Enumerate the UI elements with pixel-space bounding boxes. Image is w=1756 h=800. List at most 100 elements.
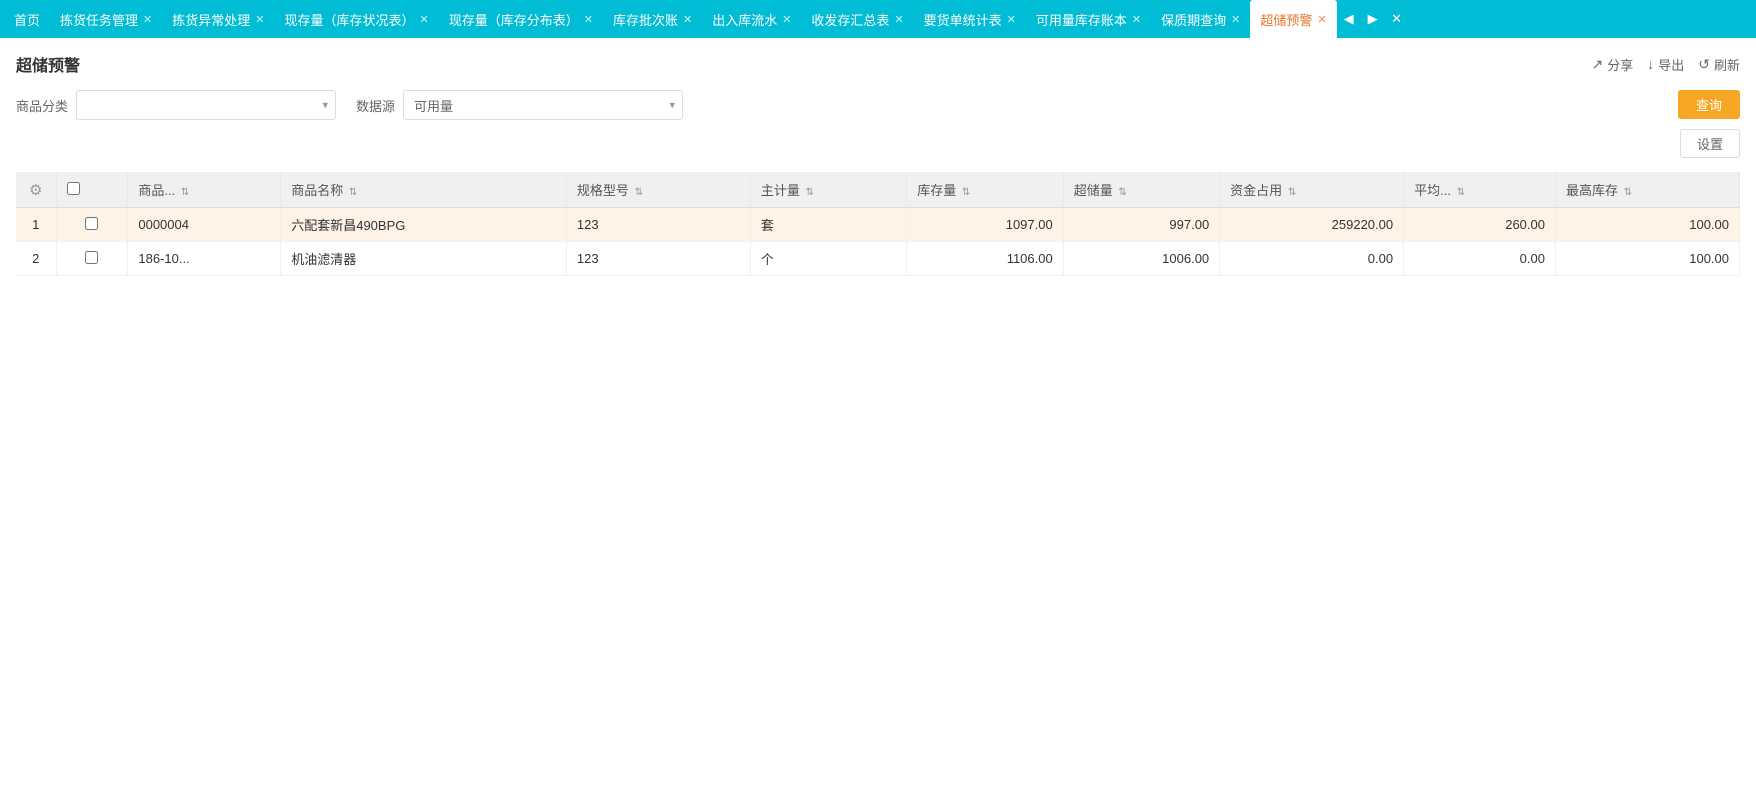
- cell-max-stock-1: 100.00: [1555, 242, 1739, 276]
- cell-overstock-qty-0: 997.00: [1063, 208, 1219, 242]
- nav-close-shelf-life[interactable]: ✕: [1231, 13, 1240, 26]
- col-label-product-name: 商品名称: [291, 183, 343, 198]
- col-label-product-code: 商品...: [138, 183, 175, 198]
- col-header-spec[interactable]: 规格型号 ⇅: [566, 172, 750, 208]
- nav-item-stock-status[interactable]: 现存量（库存状况表） ✕: [274, 0, 438, 38]
- category-filter-label: 商品分类: [16, 96, 68, 115]
- nav-item-home[interactable]: 首页: [4, 0, 50, 38]
- col-header-product-name[interactable]: 商品名称 ⇅: [281, 172, 567, 208]
- nav-shelf-life-label: 保质期查询: [1161, 10, 1226, 29]
- datasource-select[interactable]: 可用量: [403, 90, 683, 120]
- select-all-checkbox[interactable]: [67, 182, 80, 195]
- row-num-0: 1: [16, 208, 56, 242]
- nav-item-inout-flow[interactable]: 出入库流水 ✕: [702, 0, 801, 38]
- nav-prev-button[interactable]: ◀: [1337, 0, 1361, 38]
- nav-recv-send-label: 收发存汇总表: [811, 10, 889, 29]
- nav-close-order-stats[interactable]: ✕: [1007, 13, 1016, 26]
- row-checkbox-0[interactable]: [56, 208, 128, 242]
- nav-item-pick-task[interactable]: 拣货任务管理 ✕: [50, 0, 162, 38]
- nav-close-inout-flow[interactable]: ✕: [782, 13, 791, 26]
- col-header-avg[interactable]: 平均... ⇅: [1404, 172, 1556, 208]
- col-header-max-stock[interactable]: 最高库存 ⇅: [1555, 172, 1739, 208]
- nav-close-pick-task[interactable]: ✕: [143, 13, 152, 26]
- cell-unit-1: 个: [750, 242, 906, 276]
- filter-buttons: 查询 设置: [1678, 90, 1740, 158]
- nav-close-button[interactable]: ✕: [1385, 0, 1409, 38]
- nav-item-batch-ledger[interactable]: 库存批次账 ✕: [603, 0, 702, 38]
- cell-product-name-1: 机油滤清器: [281, 242, 567, 276]
- nav-stock-dist-label: 现存量（库存分布表）: [449, 10, 579, 29]
- cell-stock-qty-0: 1097.00: [907, 208, 1063, 242]
- nav-item-order-stats[interactable]: 要货单统计表 ✕: [914, 0, 1026, 38]
- datasource-select-wrapper: 可用量 ▾: [403, 90, 683, 120]
- nav-close-available-ledger[interactable]: ✕: [1132, 13, 1141, 26]
- table-row: 1 0000004 六配套新昌490BPG 123 套 1097.00 997.…: [16, 208, 1740, 242]
- page-header: 超储预警 ↗ 分享 ↓ 导出 ↺ 刷新: [16, 52, 1740, 76]
- nav-item-pick-exception[interactable]: 拣货异常处理 ✕: [162, 0, 274, 38]
- sort-icon-unit: ⇅: [805, 187, 813, 198]
- nav-close-batch-ledger[interactable]: ✕: [683, 13, 692, 26]
- page-title: 超储预警: [16, 52, 80, 76]
- share-button[interactable]: ↗ 分享: [1591, 55, 1633, 74]
- settings-button[interactable]: 设置: [1680, 129, 1740, 158]
- nav-pick-task-label: 拣货任务管理: [60, 10, 138, 29]
- datasource-select-value: 可用量: [414, 96, 453, 115]
- cell-spec-1: 123: [566, 242, 750, 276]
- nav-item-stock-dist[interactable]: 现存量（库存分布表） ✕: [439, 0, 603, 38]
- sort-icon-stock-qty: ⇅: [962, 187, 970, 198]
- nav-item-shelf-life[interactable]: 保质期查询 ✕: [1151, 0, 1250, 38]
- col-header-product-code[interactable]: 商品... ⇅: [128, 172, 281, 208]
- table-gear-icon[interactable]: ⚙: [29, 182, 42, 199]
- query-button[interactable]: 查询: [1678, 90, 1740, 119]
- export-button[interactable]: ↓ 导出: [1647, 55, 1684, 74]
- nav-close-recv-send[interactable]: ✕: [894, 13, 903, 26]
- nav-next-button[interactable]: ▶: [1361, 0, 1385, 38]
- col-header-capital-usage[interactable]: 资金占用 ⇅: [1220, 172, 1404, 208]
- sort-icon-spec: ⇅: [635, 187, 643, 198]
- nav-order-stats-label: 要货单统计表: [924, 10, 1002, 29]
- cell-capital-usage-0: 259220.00: [1220, 208, 1404, 242]
- nav-home-label: 首页: [14, 10, 40, 29]
- col-header-settings[interactable]: ⚙: [16, 172, 56, 208]
- nav-pick-exception-label: 拣货异常处理: [172, 10, 250, 29]
- export-icon: ↓: [1647, 56, 1654, 72]
- nav-item-available-ledger[interactable]: 可用量库存账本 ✕: [1026, 0, 1151, 38]
- page-container: 超储预警 ↗ 分享 ↓ 导出 ↺ 刷新 商品分类 ▾: [0, 38, 1756, 800]
- cell-spec-0: 123: [566, 208, 750, 242]
- col-header-checkbox[interactable]: [56, 172, 128, 208]
- col-header-unit[interactable]: 主计量 ⇅: [750, 172, 906, 208]
- nav-close-stock-status[interactable]: ✕: [420, 13, 429, 26]
- nav-close-pick-exception[interactable]: ✕: [255, 13, 264, 26]
- row-select-checkbox-0[interactable]: [85, 217, 98, 230]
- nav-stock-status-label: 现存量（库存状况表）: [284, 10, 414, 29]
- nav-item-overstock[interactable]: 超储预警 ✕: [1250, 0, 1336, 38]
- cell-unit-0: 套: [750, 208, 906, 242]
- cell-stock-qty-1: 1106.00: [907, 242, 1063, 276]
- col-label-spec: 规格型号: [577, 183, 629, 198]
- top-navigation: 首页 拣货任务管理 ✕ 拣货异常处理 ✕ 现存量（库存状况表） ✕ 现存量（库存…: [0, 0, 1756, 38]
- table-header-row: ⚙ 商品... ⇅ 商品名称 ⇅ 规格型号 ⇅ 主计量: [16, 172, 1740, 208]
- nav-item-recv-send[interactable]: 收发存汇总表 ✕: [801, 0, 913, 38]
- cell-product-name-0: 六配套新昌490BPG: [281, 208, 567, 242]
- col-header-overstock-qty[interactable]: 超储量 ⇅: [1063, 172, 1219, 208]
- row-num-1: 2: [16, 242, 56, 276]
- nav-close-stock-dist[interactable]: ✕: [584, 13, 593, 26]
- row-checkbox-1[interactable]: [56, 242, 128, 276]
- col-label-avg: 平均...: [1414, 183, 1451, 198]
- share-icon: ↗: [1591, 56, 1603, 73]
- cell-avg-0: 260.00: [1404, 208, 1556, 242]
- row-select-checkbox-1[interactable]: [85, 251, 98, 264]
- nav-close-overstock[interactable]: ✕: [1317, 13, 1326, 26]
- cell-product-code-0: 0000004: [128, 208, 281, 242]
- col-label-max-stock: 最高库存: [1566, 183, 1618, 198]
- sort-icon-max-stock: ⇅: [1624, 187, 1632, 198]
- filter-category: 商品分类 ▾: [16, 90, 336, 120]
- col-header-stock-qty[interactable]: 库存量 ⇅: [907, 172, 1063, 208]
- category-select[interactable]: [76, 90, 336, 120]
- filter-datasource: 数据源 可用量 ▾: [356, 90, 683, 120]
- cell-avg-1: 0.00: [1404, 242, 1556, 276]
- nav-inout-flow-label: 出入库流水: [712, 10, 777, 29]
- category-select-wrapper: ▾: [76, 90, 336, 120]
- refresh-button[interactable]: ↺ 刷新: [1698, 55, 1740, 74]
- col-label-unit: 主计量: [761, 183, 800, 198]
